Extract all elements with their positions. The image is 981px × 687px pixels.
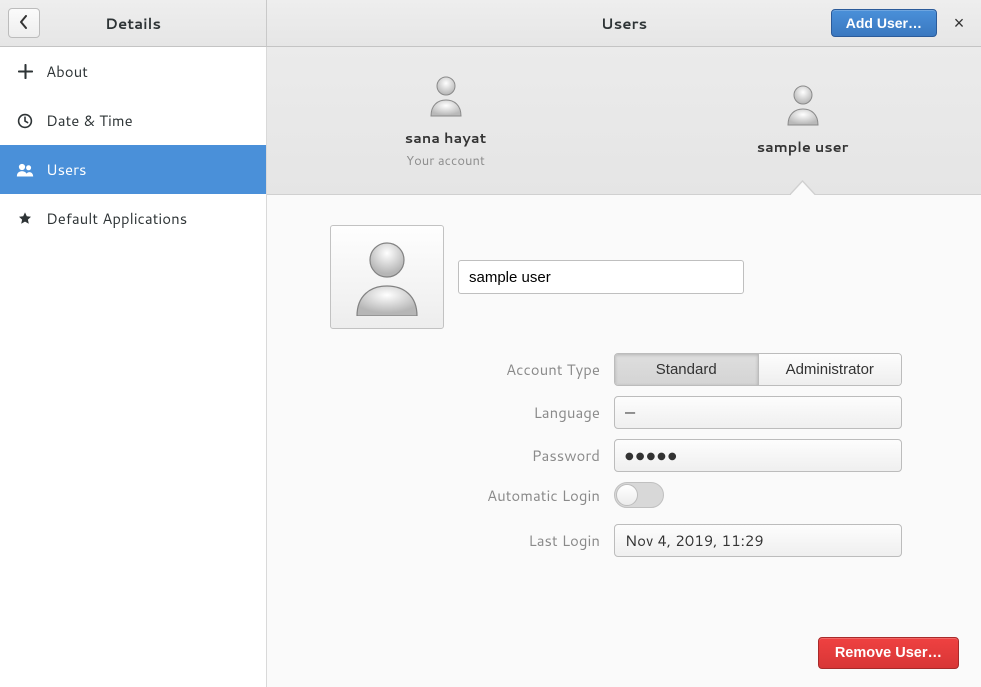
row-account-type: Account Type Standard Administrator [304,353,944,386]
user-name: sana hayat [405,127,486,148]
star-icon [16,211,34,227]
user-avatar-icon [423,72,469,123]
form-inner: Account Type Standard Administrator Lang… [304,225,944,557]
close-icon: × [954,13,965,34]
users-icon [16,163,34,177]
sidebar: About Date & Time Users Default Applicat… [0,47,267,687]
user-card-selected[interactable]: sample user [624,47,981,194]
user-sublabel: Your account [406,152,485,170]
row-automatic-login: Automatic Login [304,482,944,508]
label-last-login: Last Login [304,530,614,551]
footer-actions: Remove User… [818,637,959,669]
sidebar-item-label: Users [46,159,86,180]
row-password: Password ●●●●● [304,439,944,472]
headerbar-right: Users Add User… × [267,0,981,46]
automatic-login-switch[interactable] [614,482,664,508]
language-combo[interactable]: — [614,396,902,429]
user-avatar-icon [345,236,429,319]
remove-user-button[interactable]: Remove User… [818,637,959,669]
user-switcher: sana hayat Your account sample user [267,47,981,195]
switch-knob [616,484,638,506]
user-name: sample user [757,136,849,157]
label-account-type: Account Type [304,359,614,380]
content: sana hayat Your account sample user [267,47,981,687]
sidebar-item-label: Default Applications [46,208,187,229]
row-last-login: Last Login Nov 4, 2019, 11:29 [304,524,944,557]
sidebar-item-label: Date & Time [46,110,133,131]
sidebar-item-default-apps[interactable]: Default Applications [0,194,266,243]
headerbar-left: Details [0,0,267,46]
user-avatar-icon [780,81,826,132]
label-automatic-login: Automatic Login [304,485,614,506]
plus-icon [16,64,34,79]
sidebar-item-label: About [46,61,88,82]
label-password: Password [304,445,614,466]
last-login-button[interactable]: Nov 4, 2019, 11:29 [614,524,902,557]
back-button[interactable] [8,8,40,38]
sidebar-item-datetime[interactable]: Date & Time [0,96,266,145]
header-actions: Add User… × [831,9,981,37]
main: About Date & Time Users Default Applicat… [0,47,981,687]
headerbar: Details Users Add User… × [0,0,981,47]
identity-row [330,225,944,329]
row-language: Language — [304,396,944,429]
language-value: — [625,402,635,423]
full-name-input[interactable] [458,260,744,294]
close-button[interactable]: × [947,11,971,35]
sidebar-item-users[interactable]: Users [0,145,266,194]
add-user-button[interactable]: Add User… [831,9,937,37]
password-value: ●●●●● [625,449,679,463]
sidebar-item-about[interactable]: About [0,47,266,96]
avatar-picker[interactable] [330,225,444,329]
password-button[interactable]: ●●●●● [614,439,902,472]
last-login-value: Nov 4, 2019, 11:29 [625,530,764,551]
selected-indicator-fill [791,182,815,195]
user-card-owner[interactable]: sana hayat Your account [267,47,624,194]
form-area: Account Type Standard Administrator Lang… [267,195,981,687]
account-type-toggle: Standard Administrator [614,353,902,386]
chevron-left-icon [19,15,29,32]
clock-icon [16,113,34,129]
account-type-administrator[interactable]: Administrator [758,354,902,385]
account-type-standard[interactable]: Standard [615,354,758,385]
label-language: Language [304,402,614,423]
